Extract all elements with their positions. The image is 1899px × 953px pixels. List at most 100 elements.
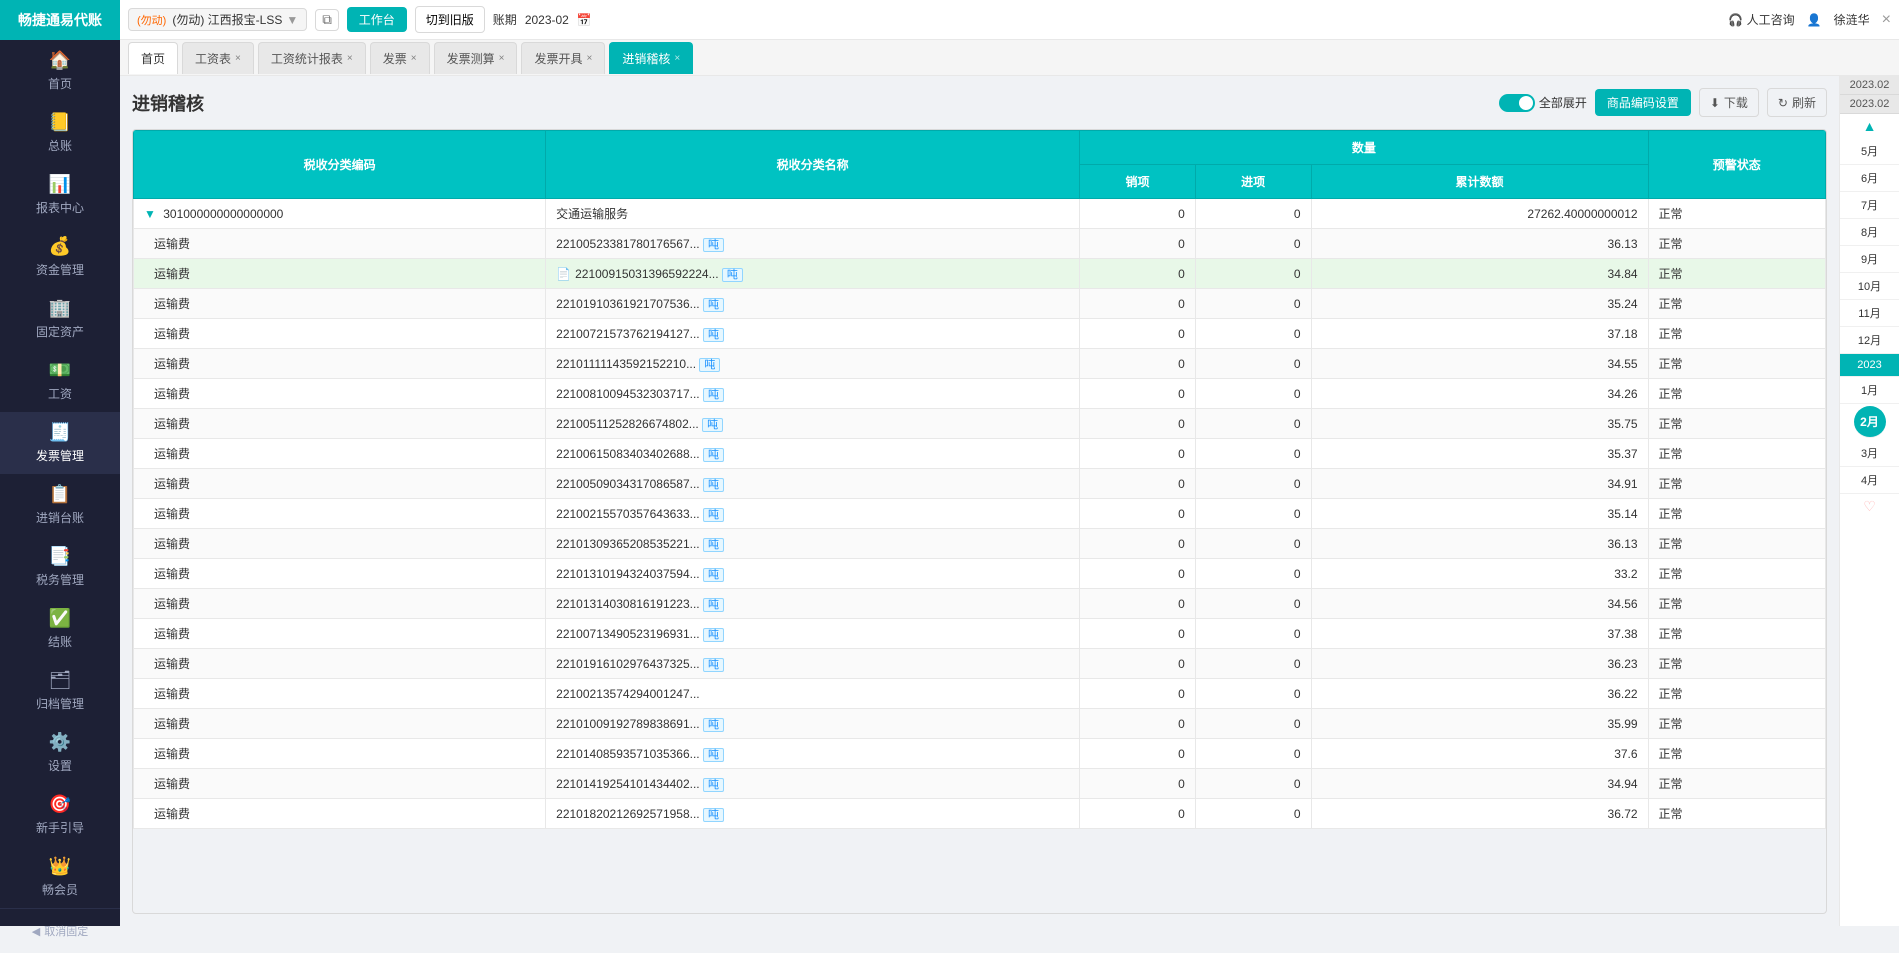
- cell-purchase: 0: [1195, 199, 1311, 229]
- sidebar-item-guide[interactable]: 🎯 新手引导: [0, 784, 120, 846]
- month-dec[interactable]: 12月: [1840, 327, 1899, 354]
- cell-status: 正常: [1648, 439, 1825, 469]
- cell-status: 正常: [1648, 679, 1825, 709]
- year-2023[interactable]: 2023: [1840, 354, 1899, 377]
- tab-home[interactable]: 首页: [128, 42, 178, 74]
- download-button[interactable]: ⬇ 下载: [1699, 88, 1759, 117]
- month-nov[interactable]: 11月: [1840, 300, 1899, 327]
- unit-tag: 吨: [703, 748, 724, 762]
- refresh-button[interactable]: ↻ 刷新: [1767, 88, 1827, 117]
- table-row[interactable]: 运输费 22101820212692571958... 吨 0 0 36.72 …: [134, 799, 1826, 829]
- cell-name: 运输费: [134, 289, 546, 319]
- topbar: (勿动) (勿动) 江西报宝-LSS ▼ ⧉ 工作台 切到旧版 账期 2023-…: [120, 0, 1899, 40]
- cell-status: 正常: [1648, 199, 1825, 229]
- unit-tag: 吨: [703, 328, 724, 342]
- copy-button[interactable]: ⧉: [315, 9, 339, 31]
- sidebar-item-vip[interactable]: 👑 畅会员: [0, 846, 120, 908]
- company-selector[interactable]: (勿动) (勿动) 江西报宝-LSS ▼: [128, 8, 307, 31]
- month-mar[interactable]: 3月: [1840, 440, 1899, 467]
- toggle-switch[interactable]: [1499, 94, 1535, 112]
- unpin-button[interactable]: ◀ 取消固定: [0, 917, 120, 945]
- sidebar-item-ledger[interactable]: 📒 总账: [0, 102, 120, 164]
- tab-reconcile[interactable]: 进销稽核 ×: [609, 42, 693, 74]
- tab-salary-table-close[interactable]: ×: [235, 53, 241, 64]
- table-row[interactable]: 运输费 22101309365208535221... 吨 0 0 36.13 …: [134, 529, 1826, 559]
- tab-reconcile-close[interactable]: ×: [674, 53, 680, 64]
- table-row[interactable]: 运输费 22100509034317086587... 吨 0 0 34.91 …: [134, 469, 1826, 499]
- scroll-up-button[interactable]: ▲: [1840, 114, 1899, 138]
- settings-button[interactable]: 商品编码设置: [1595, 89, 1691, 116]
- cell-cumulative: 33.2: [1311, 559, 1648, 589]
- month-may[interactable]: 5月: [1840, 138, 1899, 165]
- table-row[interactable]: 运输费 22100215570357643633... 吨 0 0 35.14 …: [134, 499, 1826, 529]
- table-row[interactable]: 运输费 22100213574294001247... 0 0 36.22 正常: [134, 679, 1826, 709]
- month-jan[interactable]: 1月: [1840, 377, 1899, 404]
- month-aug[interactable]: 8月: [1840, 219, 1899, 246]
- month-jul[interactable]: 7月: [1840, 192, 1899, 219]
- table-row[interactable]: 运输费 22100721573762194127... 吨 0 0 37.18 …: [134, 319, 1826, 349]
- closing-icon: ✅: [49, 608, 71, 629]
- tax-icon: 📑: [49, 546, 71, 567]
- table-row[interactable]: 运输费 22101910361921707536... 吨 0 0 35.24 …: [134, 289, 1826, 319]
- sidebar-item-purchases[interactable]: 📋 进销台账: [0, 474, 120, 536]
- tab-invoice-issue[interactable]: 发票开具 ×: [521, 42, 605, 74]
- cell-status: 正常: [1648, 769, 1825, 799]
- month-apr[interactable]: 4月: [1840, 467, 1899, 494]
- sidebar-item-reports[interactable]: 📊 报表中心: [0, 164, 120, 226]
- tab-invoice-calc-close[interactable]: ×: [499, 53, 505, 64]
- tab-invoice-calc[interactable]: 发票测算 ×: [434, 42, 518, 74]
- table-row[interactable]: 运输费 22101408593571035366... 吨 0 0 37.6 正…: [134, 739, 1826, 769]
- table-row[interactable]: 运输费 22100511252826674802... 吨 0 0 35.75 …: [134, 409, 1826, 439]
- sidebar-item-finance[interactable]: 💰 资金管理: [0, 226, 120, 288]
- cell-invoice-code: 22101310194324037594... 吨: [546, 559, 1080, 589]
- app-logo: 畅捷通易代账: [0, 0, 120, 40]
- cell-purchase: 0: [1195, 589, 1311, 619]
- month-oct[interactable]: 10月: [1840, 273, 1899, 300]
- tab-reconcile-label: 进销稽核: [622, 50, 670, 67]
- cell-cumulative: 27262.40000000012: [1311, 199, 1648, 229]
- table-row[interactable]: 运输费 22101009192789838691... 吨 0 0 35.99 …: [134, 709, 1826, 739]
- sidebar-item-assets[interactable]: 🏢 固定资产: [0, 288, 120, 350]
- cell-invoice-code: 22100509034317086587... 吨: [546, 469, 1080, 499]
- table-row[interactable]: 运输费 22101310194324037594... 吨 0 0 33.2 正…: [134, 559, 1826, 589]
- switch-button[interactable]: 切到旧版: [415, 6, 485, 33]
- sidebar-item-salary[interactable]: 💵 工资: [0, 350, 120, 412]
- tab-invoice-issue-close[interactable]: ×: [586, 53, 592, 64]
- workbench-button[interactable]: 工作台: [347, 7, 407, 32]
- table-row[interactable]: 运输费 22100810094532303717... 吨 0 0 34.26 …: [134, 379, 1826, 409]
- table-row[interactable]: 运输费 22101419254101434402... 吨 0 0 34.94 …: [134, 769, 1826, 799]
- table-row[interactable]: 运输费 22100713490523196931... 吨 0 0 37.38 …: [134, 619, 1826, 649]
- month-feb[interactable]: 2月: [1854, 406, 1886, 438]
- tab-salary-table-label: 工资表: [195, 50, 231, 67]
- cell-invoice-code: 22101009192789838691... 吨: [546, 709, 1080, 739]
- close-button[interactable]: ×: [1882, 11, 1891, 29]
- table-row[interactable]: 运输费 22100615083403402688... 吨 0 0 35.37 …: [134, 439, 1826, 469]
- tab-salary-report-close[interactable]: ×: [347, 53, 353, 64]
- table-row[interactable]: 运输费 22100523381780176567... 吨 0 0 36.13 …: [134, 229, 1826, 259]
- table-row[interactable]: 运输费 22101111143592152210... 吨 0 0 34.55 …: [134, 349, 1826, 379]
- cell-cumulative: 34.26: [1311, 379, 1648, 409]
- table-row[interactable]: 运输费 22101314030816191223... 吨 0 0 34.56 …: [134, 589, 1826, 619]
- tab-invoice[interactable]: 发票 ×: [370, 42, 430, 74]
- tab-salary-table[interactable]: 工资表 ×: [182, 42, 254, 74]
- tab-invoice-close[interactable]: ×: [411, 53, 417, 64]
- support-label[interactable]: 🎧 人工咨询: [1728, 11, 1794, 28]
- calendar-icon[interactable]: 📅: [577, 13, 592, 27]
- table-row[interactable]: 运输费 📄22100915031396592224... 吨 0 0 34.84…: [134, 259, 1826, 289]
- sidebar-item-closing[interactable]: ✅ 结账: [0, 598, 120, 660]
- table-row[interactable]: 运输费 22101916102976437325... 吨 0 0 36.23 …: [134, 649, 1826, 679]
- cell-purchase: 0: [1195, 439, 1311, 469]
- tab-salary-report[interactable]: 工资统计报表 ×: [258, 42, 366, 74]
- expand-icon[interactable]: ▼: [144, 207, 156, 221]
- sidebar-item-archive[interactable]: 🗂 归档管理: [0, 660, 120, 722]
- cell-status: 正常: [1648, 649, 1825, 679]
- sidebar-item-tax[interactable]: 📑 税务管理: [0, 536, 120, 598]
- toggle-expand[interactable]: 全部展开: [1499, 94, 1587, 112]
- month-jun[interactable]: 6月: [1840, 165, 1899, 192]
- cell-cumulative: 36.23: [1311, 649, 1648, 679]
- sidebar-item-home[interactable]: 🏠 首页: [0, 40, 120, 102]
- sidebar-item-settings[interactable]: ⚙️ 设置: [0, 722, 120, 784]
- table-row[interactable]: ▼ 301000000000000000 交通运输服务 0 0 27262.40…: [134, 199, 1826, 229]
- sidebar-item-invoice[interactable]: 🧾 发票管理: [0, 412, 120, 474]
- month-sep[interactable]: 9月: [1840, 246, 1899, 273]
